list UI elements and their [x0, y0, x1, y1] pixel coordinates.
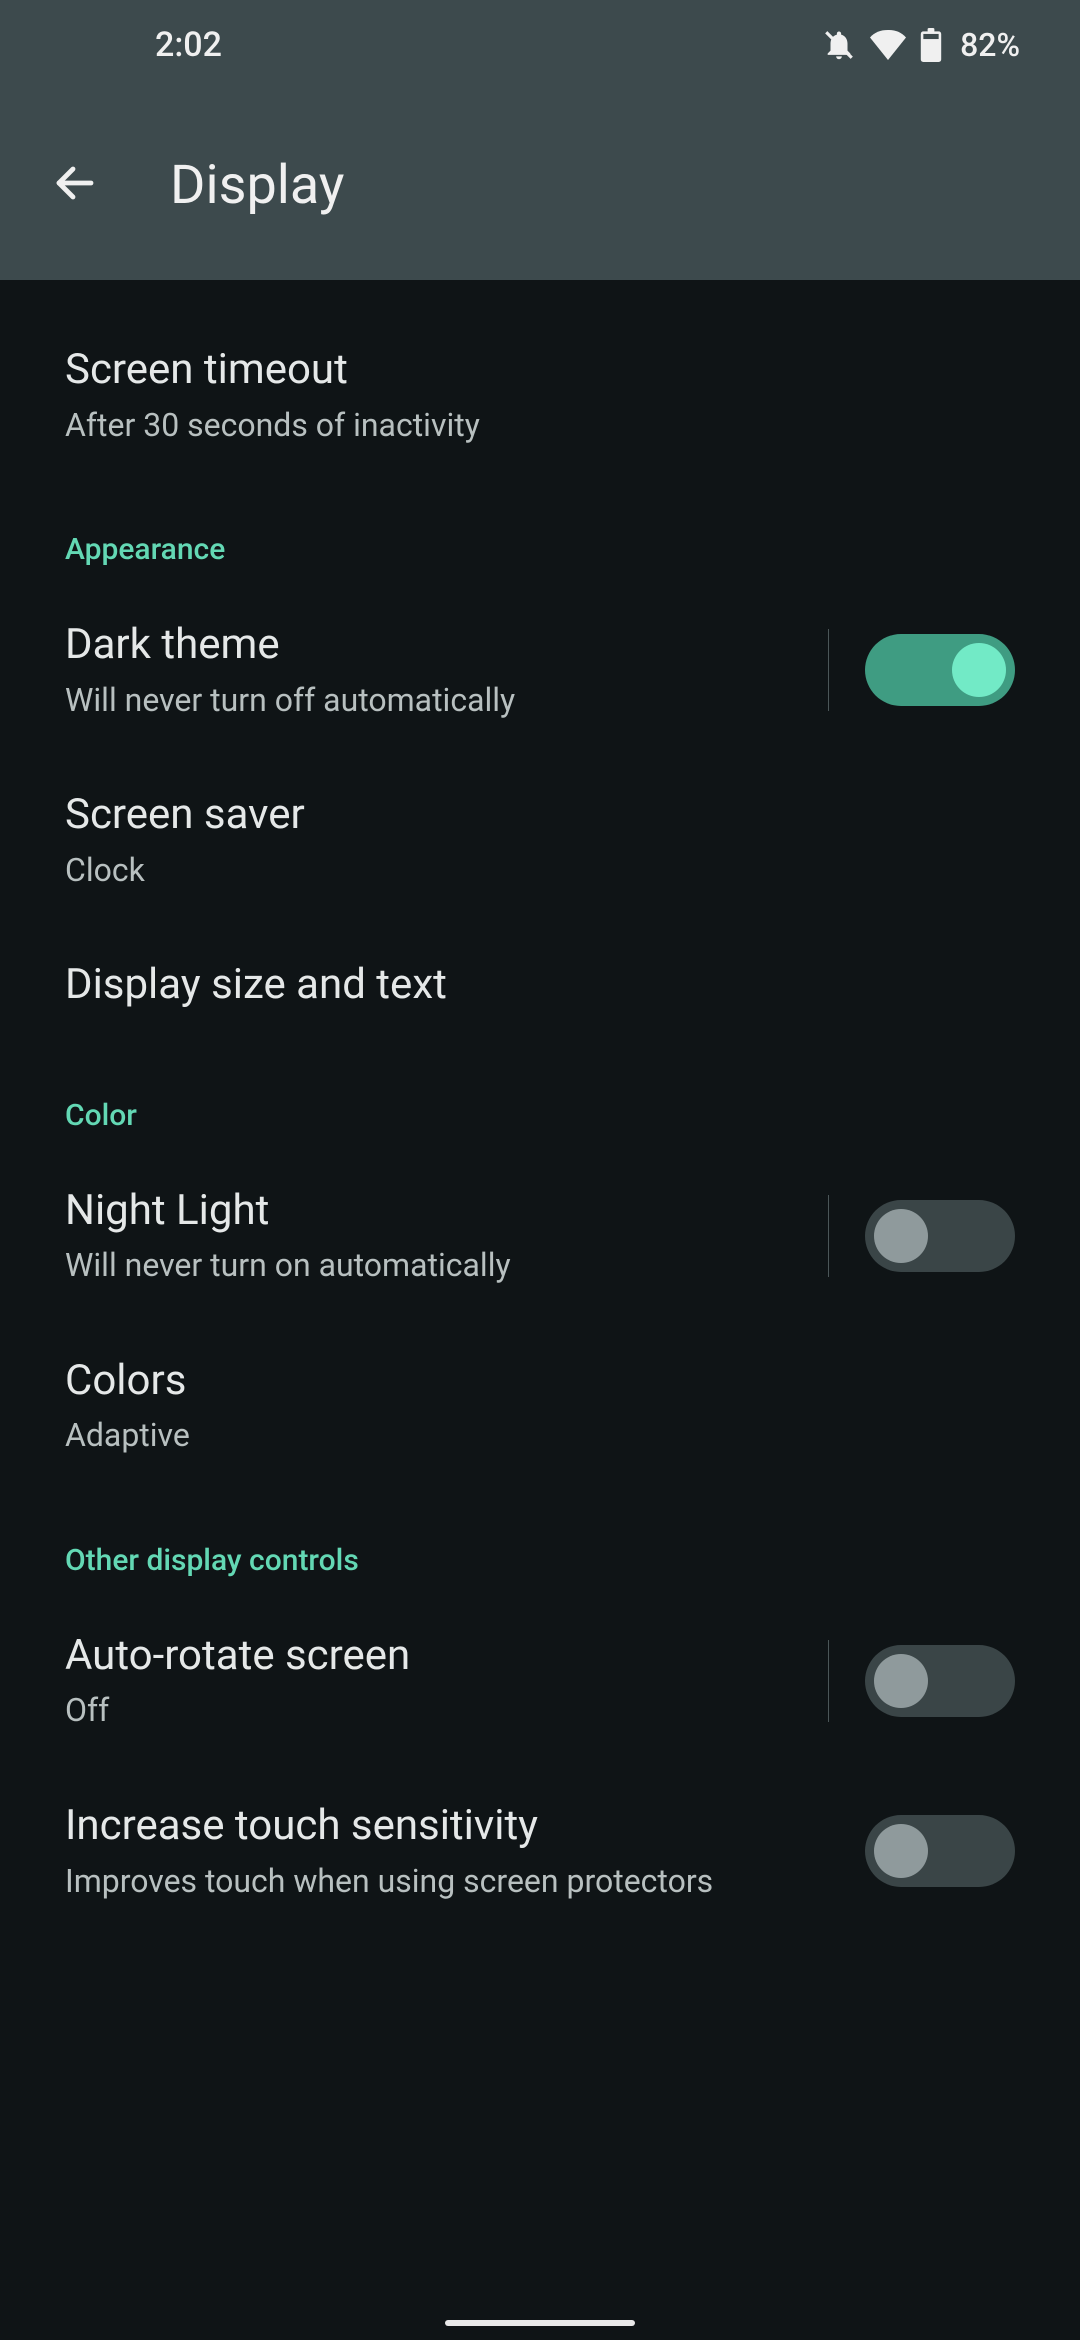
- row-title: Screen timeout: [65, 344, 1015, 397]
- status-time: 2:02: [155, 25, 222, 65]
- colors-row[interactable]: Colors Adaptive: [0, 1321, 1080, 1491]
- dark-theme-row[interactable]: Dark theme Will never turn off automatic…: [0, 585, 1080, 755]
- settings-list: Screen timeout After 30 seconds of inact…: [0, 280, 1080, 1936]
- wifi-icon: [870, 30, 906, 60]
- row-title: Display size and text: [65, 959, 1015, 1012]
- arrow-back-icon: [51, 159, 99, 211]
- row-title: Colors: [65, 1355, 1015, 1408]
- row-subtitle: Clock: [65, 850, 1015, 892]
- category-other-display-controls: Other display controls: [0, 1491, 1080, 1596]
- row-subtitle: Adaptive: [65, 1415, 1015, 1457]
- divider: [828, 1195, 829, 1277]
- status-bar: 2:02 82%: [0, 0, 1080, 90]
- battery-percentage: 82%: [960, 26, 1020, 64]
- screen-timeout-row[interactable]: Screen timeout After 30 seconds of inact…: [0, 310, 1080, 480]
- row-title: Dark theme: [65, 619, 806, 672]
- row-title: Screen saver: [65, 789, 1015, 842]
- night-light-toggle[interactable]: [865, 1200, 1015, 1272]
- dark-theme-toggle[interactable]: [865, 634, 1015, 706]
- increase-touch-sensitivity-toggle[interactable]: [865, 1815, 1015, 1887]
- status-right: 82%: [822, 26, 1020, 64]
- row-subtitle: Improves touch when using screen protect…: [65, 1861, 865, 1903]
- auto-rotate-row[interactable]: Auto-rotate screen Off: [0, 1596, 1080, 1766]
- row-subtitle: Will never turn off automatically: [65, 680, 806, 722]
- night-light-row[interactable]: Night Light Will never turn on automatic…: [0, 1151, 1080, 1321]
- screen-saver-row[interactable]: Screen saver Clock: [0, 755, 1080, 925]
- row-title: Night Light: [65, 1185, 806, 1238]
- increase-touch-sensitivity-row[interactable]: Increase touch sensitivity Improves touc…: [0, 1766, 1080, 1936]
- divider: [828, 629, 829, 711]
- row-title: Auto-rotate screen: [65, 1630, 806, 1683]
- navigation-handle[interactable]: [445, 2320, 635, 2326]
- app-bar: Display: [0, 90, 1080, 280]
- row-title: Increase touch sensitivity: [65, 1800, 865, 1853]
- row-subtitle: Off: [65, 1690, 806, 1732]
- dnd-off-icon: [822, 28, 856, 62]
- back-button[interactable]: [40, 150, 110, 220]
- battery-icon: [920, 28, 942, 62]
- divider: [828, 1640, 829, 1722]
- category-appearance: Appearance: [0, 480, 1080, 585]
- page-title: Display: [170, 154, 344, 217]
- display-size-text-row[interactable]: Display size and text: [0, 925, 1080, 1046]
- category-color: Color: [0, 1046, 1080, 1151]
- auto-rotate-toggle[interactable]: [865, 1645, 1015, 1717]
- row-subtitle: After 30 seconds of inactivity: [65, 405, 1015, 447]
- row-subtitle: Will never turn on automatically: [65, 1245, 806, 1287]
